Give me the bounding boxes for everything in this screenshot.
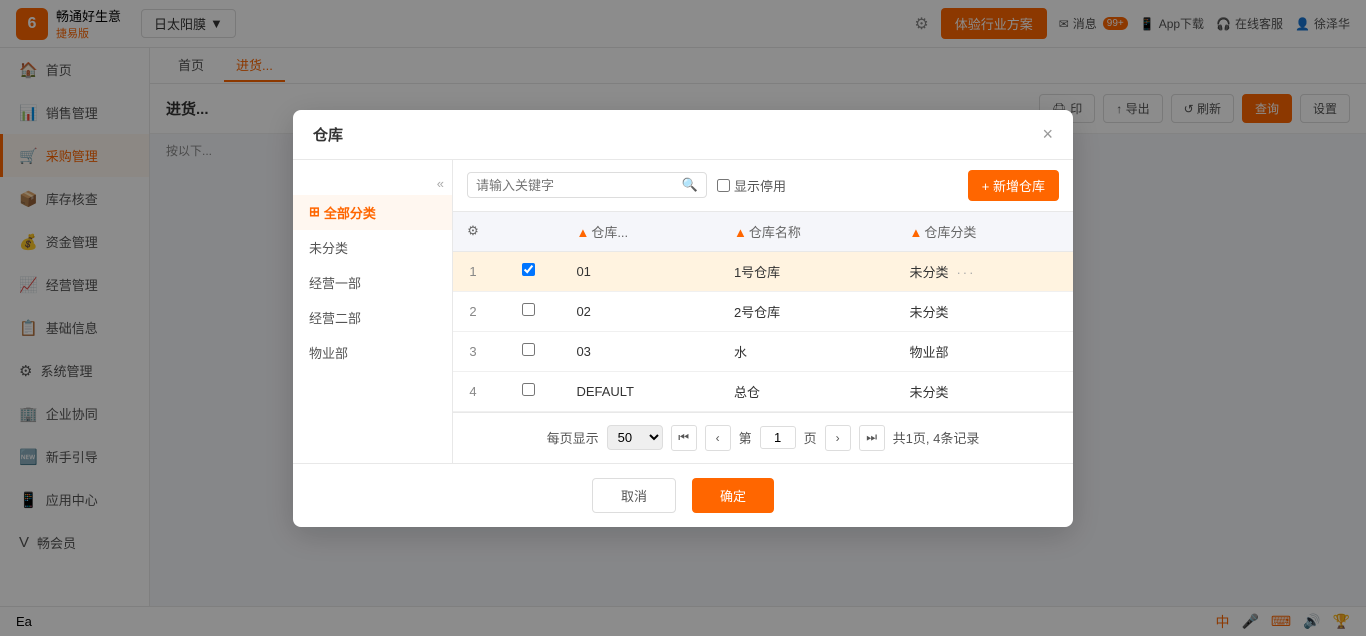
modal-footer: 取消 确定 — [293, 463, 1073, 527]
warehouse-modal: 仓库 × « ⊞ 全部分类 未分类 经营一部 经营二部 — [293, 110, 1073, 527]
category-panel: « ⊞ 全部分类 未分类 经营一部 经营二部 物业部 — [293, 160, 453, 463]
td-code: 01 — [564, 251, 722, 291]
table-row[interactable]: 1 01 1号仓库 未分类··· — [453, 251, 1073, 291]
last-page-btn[interactable]: ⏭ — [859, 425, 885, 451]
pagination: 每页显示 50 20 100 ⏮ ‹ 第 页 › ⏭ 共1页, 4条记录 — [453, 412, 1073, 463]
td-name: 水 — [722, 331, 898, 371]
sort-icon-cat: ▲ — [909, 225, 922, 240]
table-row[interactable]: 2 02 2号仓库 未分类 — [453, 291, 1073, 331]
modal-title: 仓库 — [313, 124, 343, 145]
new-warehouse-btn[interactable]: + 新增仓库 — [968, 170, 1059, 201]
th-category[interactable]: ▲仓库分类 — [897, 212, 1073, 252]
th-code[interactable]: ▲仓库... — [564, 212, 722, 252]
category-all[interactable]: ⊞ 全部分类 — [293, 195, 452, 230]
th-check — [493, 212, 564, 252]
td-category: 未分类··· — [897, 251, 1073, 291]
th-name[interactable]: ▲仓库名称 — [722, 212, 898, 252]
table-header-row: ⚙ ▲仓库... ▲仓库名称 ▲仓库分类 — [453, 212, 1073, 252]
confirm-btn[interactable]: 确定 — [692, 478, 774, 513]
td-check[interactable] — [493, 371, 564, 411]
category-prop[interactable]: 物业部 — [293, 335, 452, 370]
modal-backdrop: 仓库 × « ⊞ 全部分类 未分类 经营一部 经营二部 — [0, 0, 1366, 636]
td-code: 02 — [564, 291, 722, 331]
th-settings: ⚙ — [453, 212, 493, 252]
table-row[interactable]: 4 DEFAULT 总仓 未分类 — [453, 371, 1073, 411]
modal-toolbar: 🔍 显示停用 + 新增仓库 — [453, 160, 1073, 212]
sort-icon-name: ▲ — [734, 225, 747, 240]
grid-icon: ⊞ — [309, 204, 320, 220]
page-number-input[interactable] — [760, 426, 796, 449]
show-disabled-checkbox[interactable] — [717, 179, 730, 192]
settings-th-icon[interactable]: ⚙ — [467, 223, 479, 238]
search-input[interactable] — [476, 178, 678, 193]
td-num: 3 — [453, 331, 493, 371]
search-box[interactable]: 🔍 — [467, 172, 707, 198]
td-num: 4 — [453, 371, 493, 411]
td-num: 2 — [453, 291, 493, 331]
modal-close-btn[interactable]: × — [1042, 124, 1053, 145]
sort-icon-code: ▲ — [576, 225, 589, 240]
show-disabled-toggle[interactable]: 显示停用 — [717, 176, 786, 195]
category-dept1[interactable]: 经营一部 — [293, 265, 452, 300]
row-actions-btn[interactable]: ··· — [956, 265, 975, 280]
td-code: DEFAULT — [564, 371, 722, 411]
td-code: 03 — [564, 331, 722, 371]
category-uncat[interactable]: 未分类 — [293, 230, 452, 265]
td-check[interactable] — [493, 251, 564, 291]
td-check[interactable] — [493, 291, 564, 331]
next-page-btn[interactable]: › — [825, 425, 851, 451]
cancel-btn[interactable]: 取消 — [592, 478, 676, 513]
prev-page-btn[interactable]: ‹ — [705, 425, 731, 451]
td-category: 未分类 — [897, 371, 1073, 411]
page-size-select[interactable]: 50 20 100 — [607, 425, 663, 450]
td-name: 总仓 — [722, 371, 898, 411]
td-check[interactable] — [493, 331, 564, 371]
modal-header: 仓库 × — [293, 110, 1073, 160]
collapse-panel-btn[interactable]: « — [293, 172, 452, 195]
td-category: 未分类 — [897, 291, 1073, 331]
td-category: 物业部 — [897, 331, 1073, 371]
search-icon[interactable]: 🔍 — [682, 177, 698, 193]
modal-body: « ⊞ 全部分类 未分类 经营一部 经营二部 物业部 — [293, 160, 1073, 463]
modal-content-panel: 🔍 显示停用 + 新增仓库 ⚙ — [453, 160, 1073, 463]
table-row[interactable]: 3 03 水 物业部 — [453, 331, 1073, 371]
first-page-btn[interactable]: ⏮ — [671, 425, 697, 451]
td-num: 1 — [453, 251, 493, 291]
td-name: 2号仓库 — [722, 291, 898, 331]
td-name: 1号仓库 — [722, 251, 898, 291]
warehouse-table: ⚙ ▲仓库... ▲仓库名称 ▲仓库分类 1 01 1号仓库 未分类··· 2 — [453, 212, 1073, 412]
category-dept2[interactable]: 经营二部 — [293, 300, 452, 335]
